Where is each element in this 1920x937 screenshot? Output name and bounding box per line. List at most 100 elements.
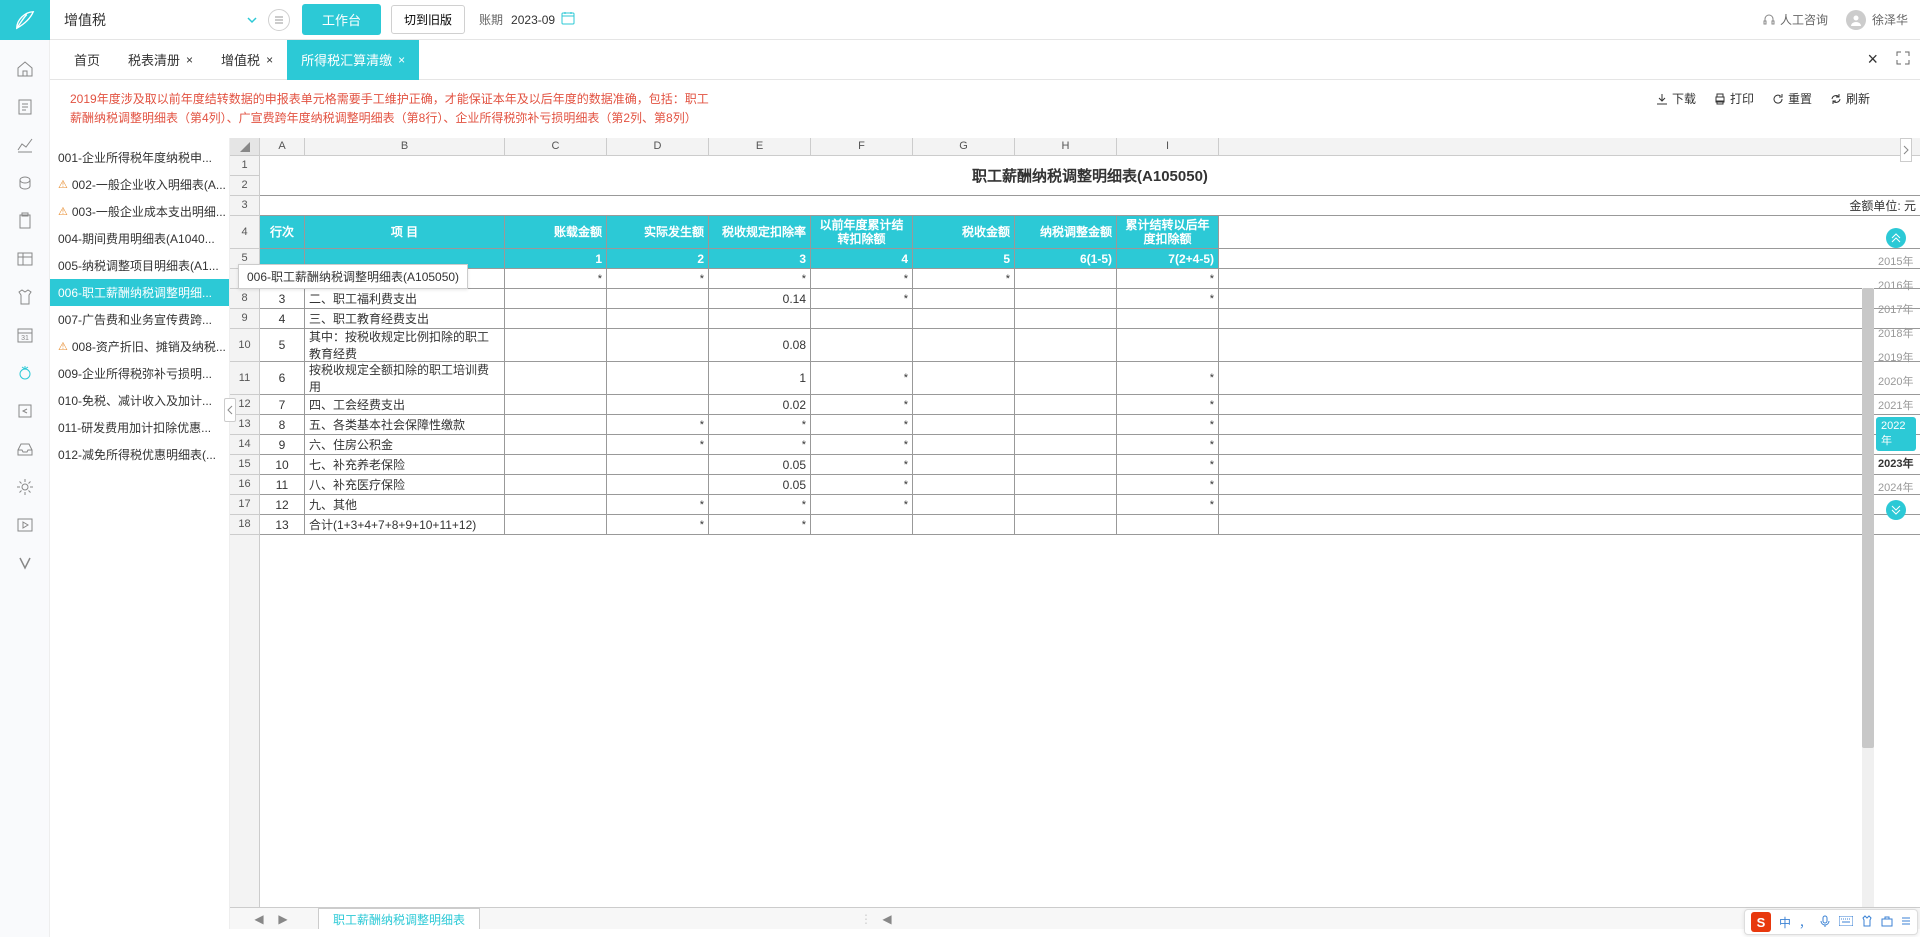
- data-cell[interactable]: [1015, 269, 1117, 288]
- data-cell[interactable]: [913, 289, 1015, 308]
- data-cell[interactable]: [811, 362, 913, 394]
- row-num-cell[interactable]: 12: [260, 495, 305, 514]
- sheet-tab[interactable]: 职工薪酬纳税调整明细表: [318, 908, 480, 930]
- data-cell[interactable]: [607, 362, 709, 394]
- data-cell[interactable]: [1015, 435, 1117, 454]
- data-cell[interactable]: [913, 435, 1015, 454]
- data-cell[interactable]: [1117, 495, 1219, 514]
- year-item[interactable]: 2015年: [1876, 249, 1916, 273]
- item-cell[interactable]: 四、工会经费支出: [305, 395, 505, 414]
- data-cell[interactable]: [1117, 289, 1219, 308]
- data-cell[interactable]: [1117, 362, 1219, 394]
- row-header[interactable]: 11: [230, 362, 259, 395]
- year-item[interactable]: 2020年: [1876, 369, 1916, 393]
- row-header[interactable]: 4: [230, 216, 259, 249]
- data-cell[interactable]: [607, 329, 709, 361]
- data-cell[interactable]: 0.05: [709, 475, 811, 494]
- row-header[interactable]: 18: [230, 515, 259, 535]
- column-header[interactable]: F: [811, 138, 913, 155]
- nav-inbox-icon[interactable]: [0, 430, 50, 468]
- tab-tax-list[interactable]: 税表清册×: [114, 40, 207, 80]
- data-cell[interactable]: [1015, 515, 1117, 534]
- column-header[interactable]: I: [1117, 138, 1219, 155]
- item-cell[interactable]: 二、职工福利费支出: [305, 289, 505, 308]
- scrollbar-thumb[interactable]: [1862, 288, 1874, 748]
- data-cell[interactable]: [913, 309, 1015, 328]
- data-cell[interactable]: [1015, 495, 1117, 514]
- row-num-cell[interactable]: 4: [260, 309, 305, 328]
- tab-income-tax[interactable]: 所得税汇算清缴×: [287, 40, 419, 80]
- form-list-item[interactable]: ⚠008-资产折旧、摊销及纳税...: [50, 333, 229, 360]
- data-cell[interactable]: [709, 435, 811, 454]
- data-cell[interactable]: [1015, 395, 1117, 414]
- data-cell[interactable]: [811, 415, 913, 434]
- consult-link[interactable]: 人工咨询: [1762, 11, 1828, 28]
- year-item[interactable]: 2024年: [1876, 475, 1916, 499]
- data-cell[interactable]: [505, 395, 607, 414]
- data-cell[interactable]: [1117, 455, 1219, 474]
- refresh-link[interactable]: 刷新: [1830, 90, 1870, 107]
- list-circle-button[interactable]: [268, 9, 290, 31]
- data-cell[interactable]: [505, 329, 607, 361]
- data-cell[interactable]: [709, 515, 811, 534]
- row-num-cell[interactable]: 5: [260, 329, 305, 361]
- nav-clipboard-icon[interactable]: [0, 202, 50, 240]
- row-header[interactable]: 17: [230, 495, 259, 515]
- form-list-item[interactable]: 005-纳税调整项目明细表(A1...: [50, 252, 229, 279]
- form-list-item[interactable]: ⚠003-一般企业成本支出明细...: [50, 198, 229, 225]
- data-cell[interactable]: [1015, 329, 1117, 361]
- year-item[interactable]: 2018年: [1876, 321, 1916, 345]
- row-header[interactable]: 2: [230, 176, 259, 196]
- data-cell[interactable]: [607, 269, 709, 288]
- column-header[interactable]: B: [305, 138, 505, 155]
- data-cell[interactable]: [607, 455, 709, 474]
- data-cell[interactable]: [913, 495, 1015, 514]
- close-icon[interactable]: ×: [266, 53, 273, 67]
- data-cell[interactable]: [913, 455, 1015, 474]
- row-header[interactable]: 3: [230, 196, 259, 216]
- close-icon[interactable]: ×: [398, 53, 405, 67]
- data-cell[interactable]: [811, 329, 913, 361]
- data-cell[interactable]: 0.02: [709, 395, 811, 414]
- data-cell[interactable]: [1117, 435, 1219, 454]
- sheet-nav-first[interactable]: ◀: [250, 910, 268, 928]
- column-header[interactable]: H: [1015, 138, 1117, 155]
- nav-settings-icon[interactable]: [0, 468, 50, 506]
- ime-logo-icon[interactable]: S: [1751, 912, 1771, 932]
- data-cell[interactable]: [607, 395, 709, 414]
- switch-old-button[interactable]: 切到旧版: [391, 5, 465, 34]
- data-cell[interactable]: [1117, 415, 1219, 434]
- data-cell[interactable]: [913, 362, 1015, 394]
- form-list-item[interactable]: 012-减免所得税优惠明细表(...: [50, 441, 229, 468]
- ime-toolbar[interactable]: S 中 ，: [1744, 909, 1918, 935]
- sheet-nav-last[interactable]: ▶: [274, 910, 292, 928]
- data-cell[interactable]: [505, 289, 607, 308]
- row-header[interactable]: 9: [230, 309, 259, 329]
- data-cell[interactable]: [811, 475, 913, 494]
- data-cell[interactable]: [811, 495, 913, 514]
- row-header[interactable]: 8: [230, 289, 259, 309]
- row-header[interactable]: 15: [230, 455, 259, 475]
- item-cell[interactable]: 合计(1+3+4+7+8+9+10+11+12): [305, 515, 505, 534]
- ime-menu-icon[interactable]: [1901, 915, 1911, 929]
- vertical-scrollbar[interactable]: [1862, 288, 1874, 907]
- data-cell[interactable]: [913, 515, 1015, 534]
- column-header[interactable]: G: [913, 138, 1015, 155]
- data-cell[interactable]: [1015, 455, 1117, 474]
- year-up-button[interactable]: [1886, 228, 1906, 248]
- nav-tax-icon[interactable]: [0, 354, 50, 392]
- data-cell[interactable]: [505, 475, 607, 494]
- select-all-corner[interactable]: [230, 138, 260, 156]
- row-num-cell[interactable]: 11: [260, 475, 305, 494]
- panel-expand-right-button[interactable]: [1900, 138, 1912, 162]
- nav-money-icon[interactable]: [0, 164, 50, 202]
- data-cell[interactable]: [505, 455, 607, 474]
- data-cell[interactable]: 1: [709, 362, 811, 394]
- item-cell[interactable]: 八、补充医疗保险: [305, 475, 505, 494]
- data-cell[interactable]: [913, 269, 1015, 288]
- sheet-scroll-left[interactable]: ◀: [878, 910, 896, 928]
- data-cell[interactable]: [811, 455, 913, 474]
- ime-lang[interactable]: 中: [1779, 914, 1791, 931]
- form-list-item[interactable]: 001-企业所得税年度纳税申...: [50, 144, 229, 171]
- data-cell[interactable]: [505, 515, 607, 534]
